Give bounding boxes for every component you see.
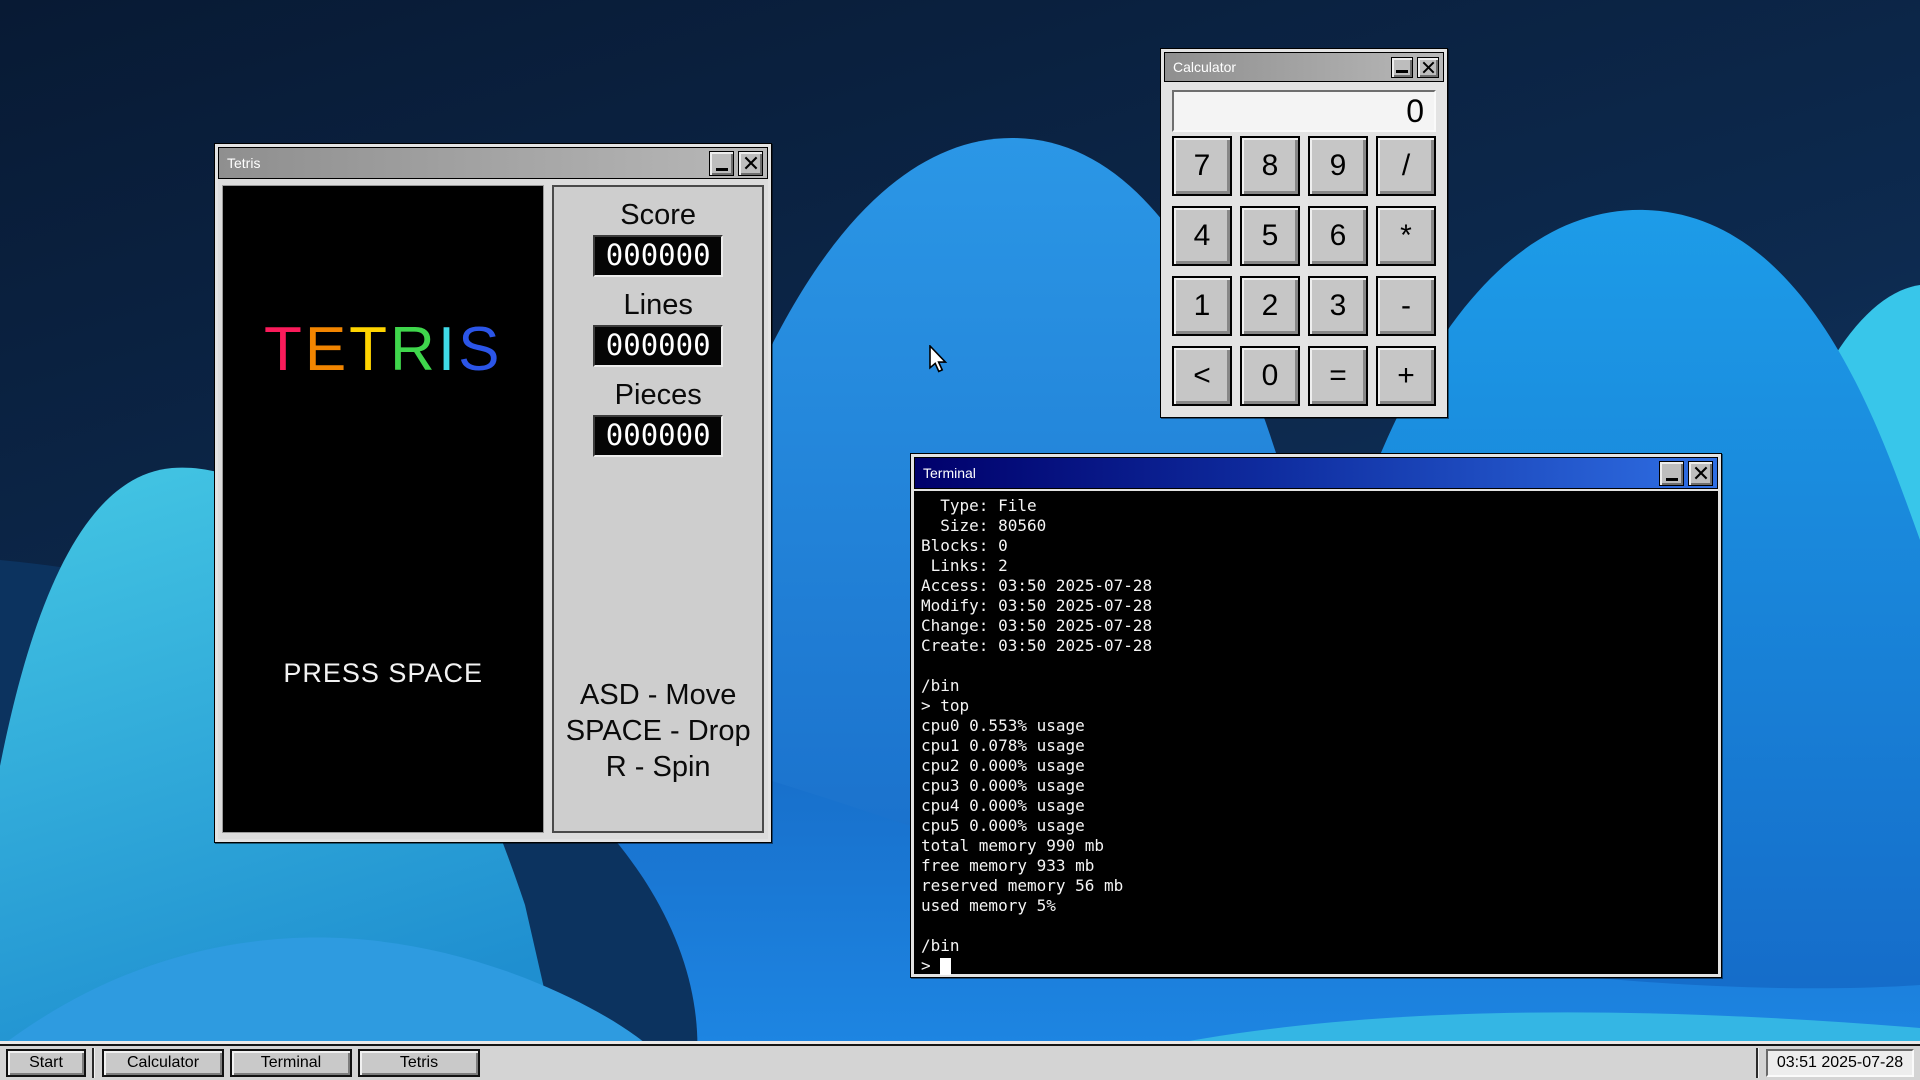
calc-button-9[interactable]: 9	[1308, 136, 1368, 196]
tetris-window: Tetris TETRIS PRESS SPACE Score 000000 L…	[214, 143, 772, 843]
minimize-icon	[1396, 69, 1408, 73]
stat-label-pieces: Pieces	[614, 379, 702, 411]
stat-value-lines: 000000	[593, 325, 724, 367]
taskbar-clock: 03:51 2025-07-28	[1766, 1049, 1914, 1077]
tetris-logo-letter: T	[349, 315, 391, 384]
mouse-cursor	[929, 345, 948, 373]
close-icon	[744, 156, 757, 170]
taskbar-separator	[1756, 1048, 1758, 1078]
stat-value-score: 000000	[593, 235, 724, 277]
close-button[interactable]	[1688, 460, 1713, 486]
taskbar-button-terminal[interactable]: Terminal	[230, 1049, 352, 1077]
terminal-prompt: >	[921, 956, 941, 975]
instruction-line: ASD - Move	[580, 679, 737, 711]
calc-button-divide[interactable]: /	[1376, 136, 1436, 196]
calc-button-3[interactable]: 3	[1308, 276, 1368, 336]
terminal-line: /bin	[921, 936, 960, 955]
terminal-line: cpu4 0.000% usage	[921, 796, 1085, 815]
tetris-game-area[interactable]: TETRIS PRESS SPACE	[222, 185, 545, 833]
calc-button-0[interactable]: 0	[1240, 346, 1300, 406]
calc-button-6[interactable]: 6	[1308, 206, 1368, 266]
terminal-line: cpu3 0.000% usage	[921, 776, 1085, 795]
terminal-screen[interactable]: Type: File Size: 80560 Blocks: 0 Links: 2…	[914, 491, 1718, 976]
terminal-line: cpu1 0.078% usage	[921, 736, 1085, 755]
calc-button-2[interactable]: 2	[1240, 276, 1300, 336]
terminal-line: reserved memory 56 mb	[921, 876, 1124, 895]
terminal-line: Modify: 03:50 2025-07-28	[921, 596, 1153, 615]
terminal-cursor	[940, 958, 952, 975]
terminal-line: /bin	[921, 676, 960, 695]
stat-label-score: Score	[620, 199, 697, 231]
taskbar-button-tetris[interactable]: Tetris	[358, 1049, 480, 1077]
window-title: Calculator	[1173, 59, 1237, 75]
terminal-line: Create: 03:50 2025-07-28	[921, 636, 1153, 655]
tetris-logo-letter: R	[390, 315, 438, 384]
calc-button-5[interactable]: 5	[1240, 206, 1300, 266]
tetris-side-panel: Score 000000 Lines 000000 Pieces 000000 …	[552, 185, 764, 833]
terminal-line: total memory 990 mb	[921, 836, 1105, 855]
terminal-line: Change: 03:50 2025-07-28	[921, 616, 1153, 635]
calc-button-equals[interactable]: =	[1308, 346, 1368, 406]
terminal-output: Type: File Size: 80560 Blocks: 0 Links: 2…	[921, 496, 1711, 956]
calc-button-7[interactable]: 7	[1172, 136, 1232, 196]
minimize-button[interactable]	[1659, 460, 1684, 486]
instruction-line: R - Spin	[605, 751, 711, 783]
window-title: Tetris	[227, 155, 261, 171]
calc-button-8[interactable]: 8	[1240, 136, 1300, 196]
terminal-titlebar[interactable]: Terminal	[914, 457, 1718, 489]
taskbar-separator	[92, 1048, 94, 1078]
close-icon	[1422, 61, 1434, 73]
window-title: Terminal	[923, 465, 976, 481]
terminal-line: free memory 933 mb	[921, 856, 1095, 875]
tetris-instructions: ASD - Move SPACE - Drop R - Spin	[554, 677, 762, 785]
calculator-display: 0	[1172, 90, 1436, 132]
calculator-window: Calculator 0 7 8 9 / 4 5 6 * 1 2 3 - < 0…	[1160, 48, 1448, 418]
terminal-line: > top	[921, 696, 970, 715]
tetris-logo-letter: S	[458, 315, 503, 384]
calculator-titlebar[interactable]: Calculator	[1164, 52, 1444, 82]
taskbar-button-start[interactable]: Start	[6, 1049, 86, 1077]
terminal-line: cpu5 0.000% usage	[921, 816, 1085, 835]
calc-button-plus[interactable]: +	[1376, 346, 1436, 406]
press-space-text: PRESS SPACE	[283, 658, 483, 688]
close-button[interactable]	[1417, 56, 1439, 78]
terminal-prompt-line: >	[921, 956, 1711, 976]
tetris-titlebar[interactable]: Tetris	[218, 147, 768, 179]
taskbar-button-calculator[interactable]: Calculator	[102, 1049, 224, 1077]
minimize-button[interactable]	[709, 150, 734, 176]
instruction-line: SPACE - Drop	[565, 715, 751, 747]
calc-button-minus[interactable]: -	[1376, 276, 1436, 336]
close-button[interactable]	[738, 150, 763, 176]
terminal-line: Access: 03:50 2025-07-28	[921, 576, 1153, 595]
stat-value-pieces: 000000	[593, 415, 724, 457]
terminal-window: Terminal Type: File Size: 80560 Blocks: 0…	[910, 453, 1722, 978]
tetris-logo: TETRIS	[223, 314, 543, 385]
tetris-logo-letter: E	[304, 315, 350, 384]
terminal-line: used memory 5%	[921, 896, 1056, 915]
minimize-icon	[1665, 477, 1678, 481]
terminal-line: cpu0 0.553% usage	[921, 716, 1085, 735]
tetris-logo-letter: I	[437, 315, 459, 384]
calc-button-1[interactable]: 1	[1172, 276, 1232, 336]
calculator-keypad: 7 8 9 / 4 5 6 * 1 2 3 - < 0 = +	[1172, 136, 1436, 406]
minimize-icon	[715, 167, 728, 171]
taskbar: Start Calculator Terminal Tetris 03:51 2…	[0, 1044, 1920, 1080]
calc-button-4[interactable]: 4	[1172, 206, 1232, 266]
close-icon	[1694, 466, 1707, 480]
terminal-line: Size: 80560	[921, 516, 1047, 535]
tetris-window-body: TETRIS PRESS SPACE Score 000000 Lines 00…	[218, 179, 768, 839]
calc-button-multiply[interactable]: *	[1376, 206, 1436, 266]
terminal-line: cpu2 0.000% usage	[921, 756, 1085, 775]
tetris-logo-letter: T	[263, 315, 305, 384]
terminal-line: Links: 2	[921, 556, 1008, 575]
stat-label-lines: Lines	[623, 289, 693, 321]
terminal-line: Blocks: 0	[921, 536, 1008, 555]
minimize-button[interactable]	[1391, 56, 1413, 78]
calc-button-backspace[interactable]: <	[1172, 346, 1232, 406]
terminal-line: Type: File	[921, 496, 1037, 515]
